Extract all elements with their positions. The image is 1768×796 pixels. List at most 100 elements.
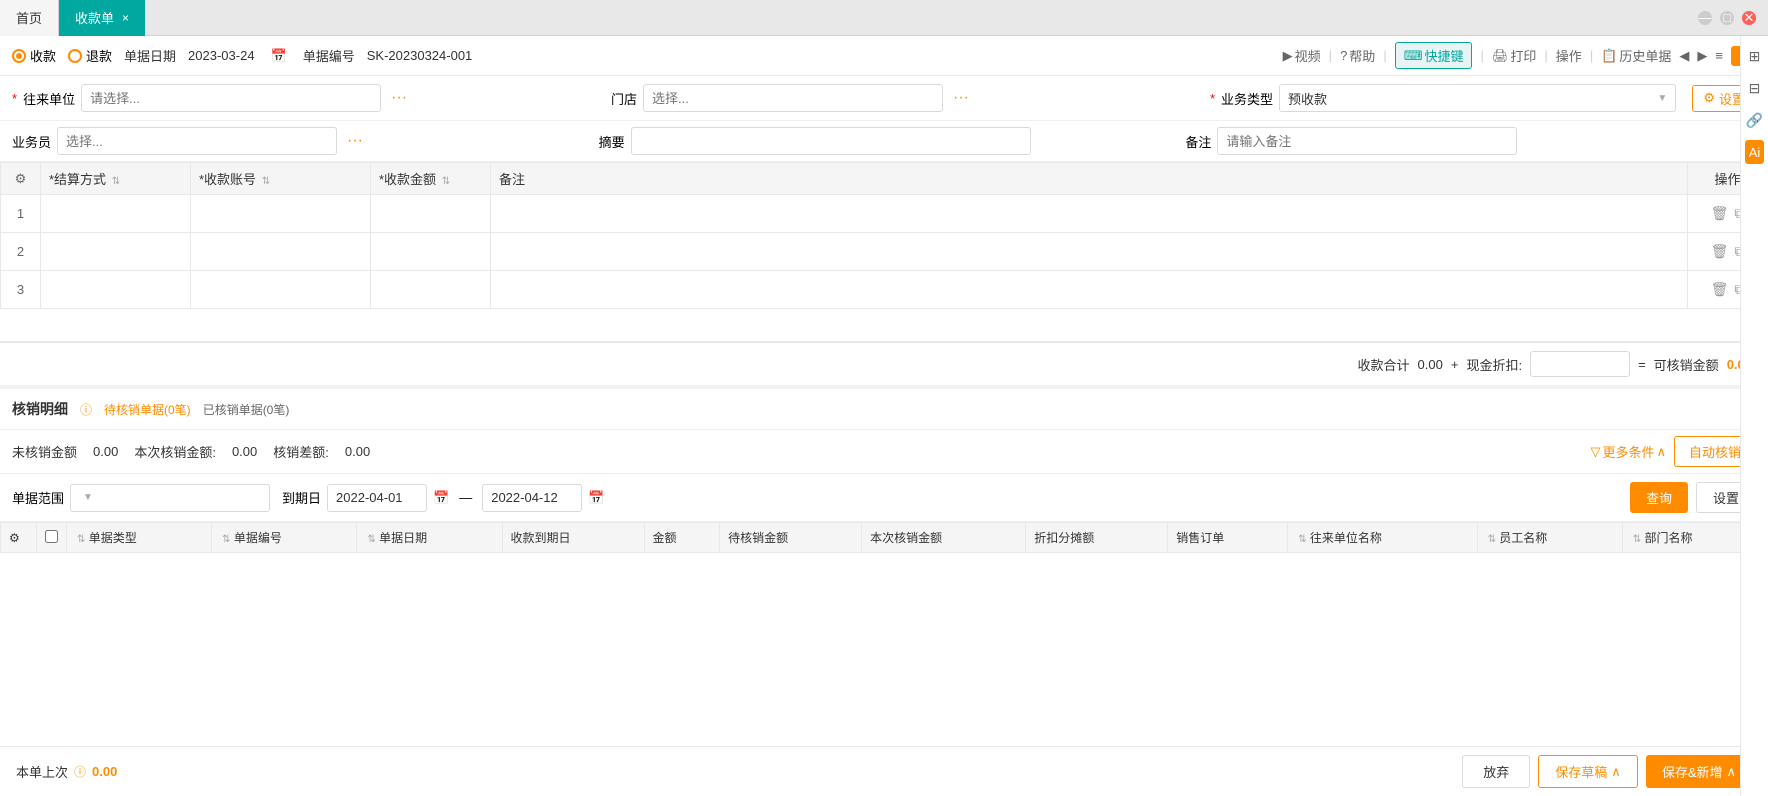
video-button[interactable]: ▶ 视频 [1283, 46, 1321, 65]
amount-cell-3[interactable] [371, 271, 491, 309]
biz-type-field: * 业务类型 预收款 ▼ [1210, 84, 1676, 112]
wt-sales-order-col: 销售订单 [1168, 523, 1288, 553]
refund-radio[interactable]: 退款 [68, 46, 112, 65]
completed-tab[interactable]: 已核销单据(0笔) [203, 401, 290, 418]
unverified-label: 未核销金额 [12, 442, 77, 461]
account-cell-2[interactable] [191, 233, 371, 271]
shop-more-icon[interactable]: ··· [949, 89, 973, 107]
pending-tab[interactable]: 待核销单据(0笔) [104, 401, 191, 418]
sidebar-ai-icon[interactable]: Ai [1745, 140, 1765, 164]
total-label: 收款合计 [1358, 355, 1410, 374]
more-conditions-link[interactable]: ▽ 更多条件 ∧ [1590, 442, 1666, 461]
remark-cell-1[interactable] [491, 195, 1688, 233]
bottom-info-label: 本单上次 [16, 762, 68, 781]
biz-type-label: 业务类型 [1221, 89, 1273, 108]
query-button[interactable]: 查询 [1630, 482, 1688, 513]
settle-cell-3[interactable] [41, 271, 191, 309]
remark-cell-3[interactable] [491, 271, 1688, 309]
gear-header[interactable]: ⚙ [1, 163, 41, 195]
settle-sort-icon: ⇅ [112, 176, 120, 187]
date-end-input[interactable] [482, 484, 582, 512]
remark-label: 备注 [1185, 132, 1211, 151]
save-new-button[interactable]: 保存&新增 ∧ [1646, 755, 1752, 788]
tab-receipt[interactable]: 收款单 × [59, 0, 145, 36]
date-separator: — [459, 490, 472, 505]
chevron-up-icon: ∧ [1656, 444, 1666, 460]
calendar-end-icon[interactable]: 📅 [588, 490, 604, 506]
refund-radio-label: 退款 [86, 46, 112, 65]
account-cell-1[interactable] [191, 195, 371, 233]
settle-cell-2[interactable] [41, 233, 191, 271]
writeoff-info-icon[interactable]: ⓘ [80, 401, 92, 418]
delete-icon-1[interactable]: 🗑 [1711, 205, 1729, 222]
tab-home[interactable]: 首页 [0, 0, 59, 36]
unverified-value: 0.00 [93, 444, 118, 459]
table-gear-icon: ⚙ [15, 171, 27, 186]
shortcut-button[interactable]: ⌨ 快捷键 [1395, 42, 1473, 69]
gear-icon: ⚙ [1703, 90, 1715, 106]
summary-input[interactable] [631, 127, 1031, 155]
form-row-1: * 往来单位 ··· 门店 ··· * 业务类型 预收款 ▼ ⚙ 设置 [0, 76, 1768, 121]
shop-input[interactable] [643, 84, 943, 112]
settle-header: *结算方式 ⇅ [41, 163, 191, 195]
delete-icon-2[interactable]: 🗑 [1711, 243, 1729, 260]
delete-icon-3[interactable]: 🗑 [1711, 281, 1729, 298]
close-button[interactable]: ✕ [1742, 11, 1756, 25]
account-cell-3[interactable] [191, 271, 371, 309]
settle-cell-1[interactable] [41, 195, 191, 233]
maximize-button[interactable]: □ [1720, 11, 1734, 25]
staff-input[interactable] [57, 127, 337, 155]
refund-radio-dot [68, 49, 82, 63]
partner-label: 往来单位 [23, 89, 75, 108]
amount-cell-1[interactable] [371, 195, 491, 233]
account-header: *收款账号 ⇅ [191, 163, 371, 195]
range-field: 单据范围 ▼ [12, 484, 270, 512]
amount-cell-2[interactable] [371, 233, 491, 271]
amount-sort-icon: ⇅ [442, 176, 450, 187]
wt-checkbox-col[interactable] [37, 523, 67, 553]
toolbar-row: 收款 退款 单据日期 2023-03-24 📅 单据编号 SK-20230324… [0, 36, 1768, 76]
date-start-input[interactable] [327, 484, 427, 512]
bottom-info: 本单上次 ⓘ 0.00 [16, 762, 117, 781]
partner-more-icon[interactable]: ··· [387, 89, 411, 107]
receipt-radio[interactable]: 收款 [12, 46, 56, 65]
remark-input[interactable] [1217, 127, 1517, 155]
history-button[interactable]: 📋 历史单据 [1601, 46, 1671, 65]
date-value: 2023-03-24 [188, 48, 255, 63]
current-value: 0.00 [232, 444, 257, 459]
range-select[interactable]: ▼ [70, 484, 270, 512]
minimize-button[interactable]: — [1698, 11, 1712, 25]
print-button[interactable]: 🖨 打印 [1492, 46, 1537, 65]
discount-input[interactable] [1530, 351, 1630, 377]
calendar-icon[interactable]: 📅 [271, 48, 287, 64]
draft-button[interactable]: 保存草稿 ∧ [1538, 755, 1638, 788]
staff-more-icon[interactable]: ··· [343, 132, 367, 150]
sidebar-link-icon[interactable]: 🔗 [1743, 108, 1767, 132]
tab-close-icon[interactable]: × [122, 11, 129, 25]
summary-label: 摘要 [599, 132, 625, 151]
remark-cell-2[interactable] [491, 233, 1688, 271]
bottom-info-icon[interactable]: ⓘ [74, 763, 86, 780]
writeoff-table-area: ⚙ ⇅ 单据类型 ⇅ 单据编号 ⇅ [0, 522, 1768, 553]
tab-bar: 首页 收款单 × — □ ✕ [0, 0, 1768, 36]
abandon-button[interactable]: 放弃 [1462, 755, 1530, 788]
layout-button[interactable]: ≡ [1715, 48, 1723, 63]
partner-input[interactable] [81, 84, 381, 112]
select-all-checkbox[interactable] [45, 530, 58, 543]
nav-left-button[interactable]: ◀ [1679, 48, 1689, 64]
nav-right-button[interactable]: ▶ [1697, 48, 1707, 64]
calendar-start-icon[interactable]: 📅 [433, 490, 449, 506]
sidebar-table-icon[interactable]: ⊞ [1743, 44, 1767, 68]
wt-current-col: 本次核销金额 [862, 523, 1026, 553]
wt-amount-col: 金额 [644, 523, 720, 553]
row-num-1: 1 [1, 195, 41, 233]
receipt-table: ⚙ *结算方式 ⇅ *收款账号 ⇅ *收款金额 ⇅ 备注 [0, 162, 1768, 309]
biz-type-select[interactable]: 预收款 ▼ [1279, 84, 1676, 112]
sidebar-doc-icon[interactable]: ⊟ [1743, 76, 1767, 100]
bottom-actions: 放弃 保存草稿 ∧ 保存&新增 ∧ [1462, 755, 1752, 788]
writeoff-section: 核销明细 ⓘ 待核销单据(0笔) 已核销单据(0笔) 未核销金额 0.00 本次… [0, 385, 1768, 553]
wt-gear-col[interactable]: ⚙ [1, 523, 37, 553]
operation-button[interactable]: 操作 [1556, 46, 1582, 65]
help-button[interactable]: ? 帮助 [1340, 46, 1375, 65]
date-label: 单据日期 [124, 46, 176, 65]
